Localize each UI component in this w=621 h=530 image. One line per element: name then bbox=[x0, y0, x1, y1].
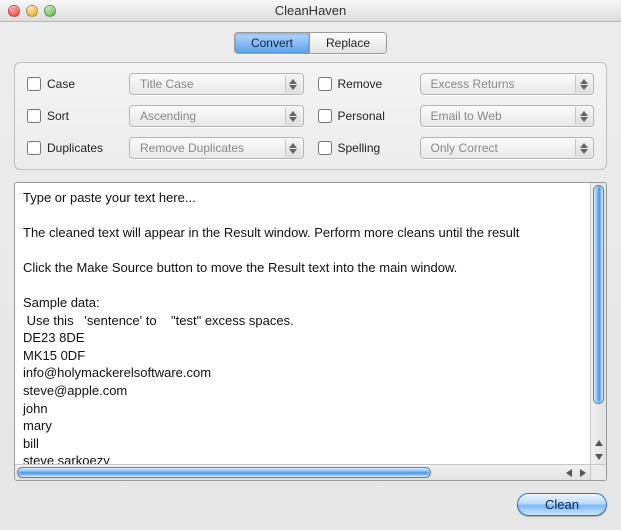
spelling-popup[interactable]: Only Correct bbox=[420, 137, 595, 159]
tab-convert[interactable]: Convert bbox=[235, 33, 310, 53]
clean-button[interactable]: Clean bbox=[517, 493, 607, 516]
spelling-label: Spelling bbox=[338, 141, 381, 155]
remove-label: Remove bbox=[338, 77, 383, 91]
sort-checkbox[interactable] bbox=[27, 109, 41, 123]
remove-popup[interactable]: Excess Returns bbox=[420, 73, 595, 95]
sort-popup[interactable]: Ascending bbox=[129, 105, 304, 127]
case-check-wrap: Case bbox=[27, 77, 115, 91]
personal-checkbox[interactable] bbox=[318, 109, 332, 123]
personal-check-wrap: Personal bbox=[318, 109, 406, 123]
scroll-left-icon[interactable] bbox=[562, 465, 576, 480]
spelling-popup-value: Only Correct bbox=[431, 141, 498, 155]
scroll-corner bbox=[590, 464, 606, 480]
sort-popup-value: Ascending bbox=[140, 109, 196, 123]
remove-check-wrap: Remove bbox=[318, 77, 406, 91]
horizontal-scroll-thumb[interactable] bbox=[17, 467, 431, 478]
zoom-window-button[interactable] bbox=[44, 5, 56, 17]
close-window-button[interactable] bbox=[8, 5, 20, 17]
case-checkbox[interactable] bbox=[27, 77, 41, 91]
popup-arrows-icon bbox=[575, 75, 591, 93]
personal-label: Personal bbox=[338, 109, 385, 123]
popup-arrows-icon bbox=[575, 139, 591, 157]
popup-arrows-icon bbox=[285, 107, 301, 125]
window-body: Convert Replace Case Title Case Remove E… bbox=[0, 22, 621, 530]
sort-check-wrap: Sort bbox=[27, 109, 115, 123]
options-panel: Case Title Case Remove Excess Returns So… bbox=[14, 62, 607, 170]
popup-arrows-icon bbox=[285, 139, 301, 157]
mode-segmented: Convert Replace bbox=[234, 32, 387, 54]
popup-arrows-icon bbox=[575, 107, 591, 125]
traffic-lights bbox=[0, 5, 56, 17]
duplicates-check-wrap: Duplicates bbox=[27, 141, 115, 155]
source-text-frame: Type or paste your text here... The clea… bbox=[14, 182, 607, 481]
scroll-up-icon[interactable] bbox=[591, 436, 606, 450]
case-label: Case bbox=[47, 77, 75, 91]
duplicates-label: Duplicates bbox=[47, 141, 103, 155]
duplicates-checkbox[interactable] bbox=[27, 141, 41, 155]
duplicates-popup-value: Remove Duplicates bbox=[140, 141, 244, 155]
personal-popup-value: Email to Web bbox=[431, 109, 502, 123]
remove-checkbox[interactable] bbox=[318, 77, 332, 91]
vertical-scroll-thumb[interactable] bbox=[593, 185, 604, 404]
minimize-window-button[interactable] bbox=[26, 5, 38, 17]
case-popup-value: Title Case bbox=[140, 77, 194, 91]
spelling-checkbox[interactable] bbox=[318, 141, 332, 155]
spelling-check-wrap: Spelling bbox=[318, 141, 406, 155]
titlebar: CleanHaven bbox=[0, 0, 621, 22]
sort-label: Sort bbox=[47, 109, 69, 123]
popup-arrows-icon bbox=[285, 75, 301, 93]
personal-popup[interactable]: Email to Web bbox=[420, 105, 595, 127]
scroll-right-icon[interactable] bbox=[576, 465, 590, 480]
case-popup[interactable]: Title Case bbox=[129, 73, 304, 95]
mode-segmented-wrap: Convert Replace bbox=[14, 32, 607, 54]
vertical-scrollbar[interactable] bbox=[590, 183, 606, 464]
duplicates-popup[interactable]: Remove Duplicates bbox=[129, 137, 304, 159]
remove-popup-value: Excess Returns bbox=[431, 77, 515, 91]
horizontal-scrollbar[interactable] bbox=[15, 464, 590, 480]
footer: Clean bbox=[14, 481, 607, 516]
source-text-area[interactable]: Type or paste your text here... The clea… bbox=[15, 183, 590, 464]
tab-replace[interactable]: Replace bbox=[310, 33, 386, 53]
window-title: CleanHaven bbox=[0, 3, 621, 18]
scroll-down-icon[interactable] bbox=[591, 450, 606, 464]
